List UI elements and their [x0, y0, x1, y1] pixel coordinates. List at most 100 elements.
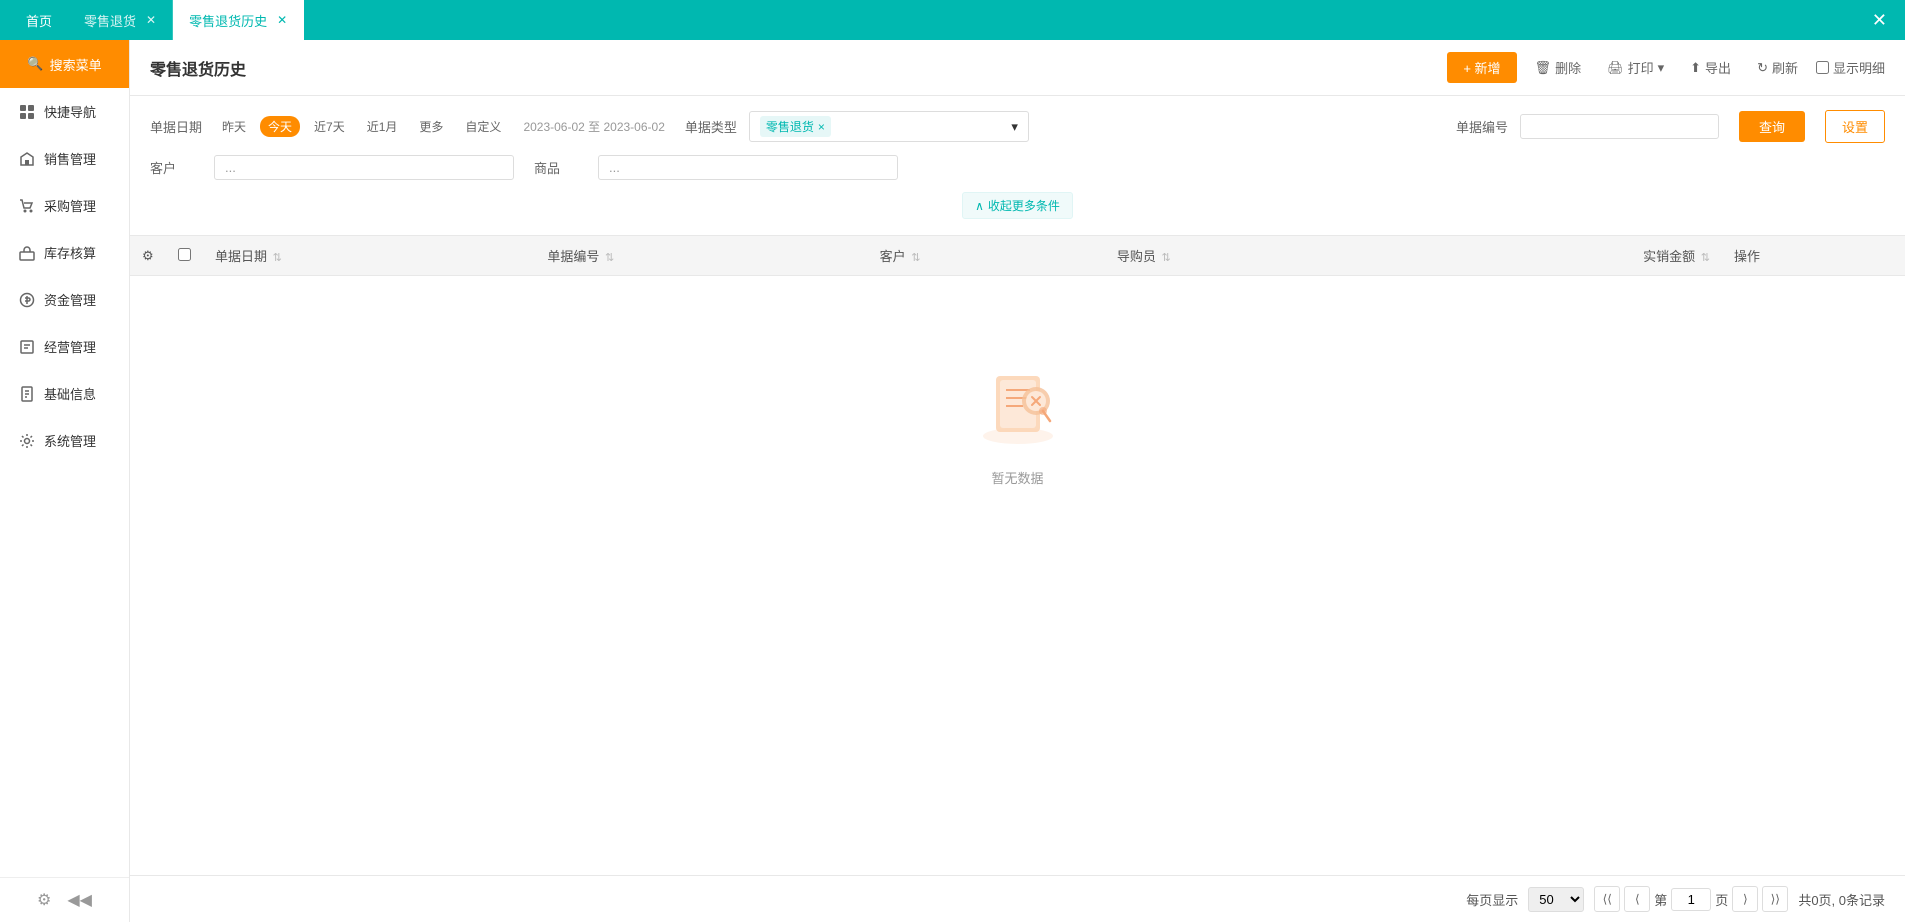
sidebar-item-finance-label: 资金管理	[44, 290, 96, 309]
date-range-display: 2023-06-02 至 2023-06-02	[523, 118, 664, 135]
refresh-label: 刷新	[1772, 58, 1798, 77]
sidebar-item-inventory[interactable]: 库存核算	[0, 229, 129, 276]
finance-icon	[18, 291, 36, 309]
window-close-button[interactable]: ✕	[1864, 6, 1895, 35]
volume-button[interactable]: ◀◀	[67, 890, 92, 910]
col-number-label: 单据编号	[547, 249, 599, 264]
filter-row-2: 客户 ... 商品 ...	[150, 155, 1885, 180]
page-actions: + 新增 🗑 删除 🖨 打印 ▾ ⬆ 导出 ↻ 刷新	[1447, 52, 1885, 83]
add-button[interactable]: + 新增	[1447, 52, 1516, 83]
sidebar-item-operation-label: 经营管理	[44, 337, 96, 356]
goods-input[interactable]: ...	[598, 155, 898, 180]
col-number: 单据编号 ⇅	[535, 236, 867, 276]
collapse-button[interactable]: ∧ 收起更多条件	[962, 192, 1073, 219]
page-size-label: 每页显示	[1466, 890, 1518, 909]
delete-icon: 🗑	[1535, 60, 1552, 76]
collapse-row: ∧ 收起更多条件	[150, 192, 1885, 219]
doc-number-input[interactable]	[1520, 114, 1719, 139]
type-filter-tag-text: 零售退货	[766, 118, 814, 135]
system-icon	[18, 432, 36, 450]
type-filter-select[interactable]: 零售退货 × ▾	[749, 111, 1029, 142]
page-title: 零售退货历史	[150, 56, 246, 80]
col-guide-label: 导购员	[1117, 249, 1156, 264]
sidebar-item-purchase-label: 采购管理	[44, 196, 96, 215]
tab-retail-return[interactable]: 零售退货 ✕	[68, 0, 173, 40]
col-guide-sort[interactable]: ⇅	[1162, 252, 1171, 264]
search-menu-button[interactable]: 🔍 搜索菜单	[0, 40, 129, 88]
sales-icon	[18, 150, 36, 168]
page-unit: 页	[1715, 890, 1728, 909]
page-prev-button[interactable]: ⟨	[1624, 886, 1650, 912]
tab-retail-return-history[interactable]: 零售退货历史 ✕	[173, 0, 304, 40]
col-checkbox	[166, 236, 203, 276]
empty-text: 暂无数据	[991, 468, 1043, 487]
date-btn-7days[interactable]: 近7天	[306, 116, 353, 137]
retail-return-history-close[interactable]: ✕	[277, 13, 287, 27]
setting-button[interactable]: 设置	[1825, 110, 1885, 143]
type-filter-tag-close[interactable]: ×	[818, 120, 825, 134]
customer-input[interactable]: ...	[214, 155, 514, 180]
collapse-icon: ∧	[975, 199, 984, 213]
col-date: 单据日期 ⇅	[203, 236, 535, 276]
sidebar-item-sales[interactable]: 销售管理	[0, 135, 129, 182]
retail-return-label: 零售退货	[84, 11, 136, 30]
delete-label: 删除	[1555, 58, 1581, 77]
query-button[interactable]: 查询	[1739, 111, 1805, 142]
col-action-label: 操作	[1734, 249, 1760, 264]
content-area: 零售退货历史 + 新增 🗑 删除 🖨 打印 ▾ ⬆ 导出 ↻	[130, 40, 1905, 922]
date-btn-today[interactable]: 今天	[260, 116, 300, 137]
inventory-icon	[18, 244, 36, 262]
col-number-sort[interactable]: ⇅	[605, 252, 614, 264]
home-tab-label: 首页	[26, 11, 52, 30]
page-next-button[interactable]: ⟩	[1732, 886, 1758, 912]
show-detail-checkbox[interactable]	[1816, 61, 1829, 74]
col-date-sort[interactable]: ⇅	[273, 252, 282, 264]
type-filter-tag: 零售退货 ×	[760, 116, 831, 137]
col-customer-sort[interactable]: ⇅	[911, 252, 920, 264]
goods-filter-group: 商品 ...	[534, 155, 898, 180]
col-guide: 导购员 ⇅	[1105, 236, 1390, 276]
tab-home[interactable]: 首页	[10, 0, 68, 40]
export-button[interactable]: ⬆ 导出	[1682, 54, 1739, 81]
type-filter-content: 零售退货 ×	[760, 116, 1011, 137]
customer-label: 客户	[150, 158, 206, 177]
date-filter-buttons: 昨天 今天 近7天 近1月 更多 自定义	[214, 116, 509, 137]
type-filter-label: 单据类型	[685, 117, 741, 136]
col-amount-sort[interactable]: ⇅	[1701, 252, 1710, 264]
date-btn-custom[interactable]: 自定义	[457, 116, 509, 137]
sidebar-item-purchase[interactable]: 采购管理	[0, 182, 129, 229]
sidebar-item-operation[interactable]: 经营管理	[0, 323, 129, 370]
sidebar-item-quick-nav[interactable]: 快捷导航	[0, 88, 129, 135]
print-dropdown-icon: ▾	[1658, 60, 1665, 76]
page-size-select[interactable]: 10 20 50 100	[1528, 887, 1584, 912]
date-btn-1month[interactable]: 近1月	[359, 116, 406, 137]
select-all-checkbox[interactable]	[178, 248, 191, 261]
tab-bar: 首页 零售退货 ✕ 零售退货历史 ✕	[10, 0, 1864, 40]
sidebar-item-finance[interactable]: 资金管理	[0, 276, 129, 323]
main-layout: 🔍 搜索菜单 快捷导航 销售管理 采购管理 库存核算	[0, 40, 1905, 922]
gear-button[interactable]: ⚙	[37, 890, 51, 910]
sidebar-item-basic-info[interactable]: 基础信息	[0, 370, 129, 417]
page-last-button[interactable]: ⟩⟩	[1762, 886, 1788, 912]
sidebar-item-system[interactable]: 系统管理	[0, 417, 129, 464]
print-button[interactable]: 🖨 打印 ▾	[1599, 54, 1672, 81]
page-label: 第	[1654, 890, 1667, 909]
col-amount: 实销金额 ⇅	[1390, 236, 1722, 276]
settings-icon[interactable]: ⚙	[142, 248, 154, 263]
print-icon: 🖨	[1607, 60, 1624, 76]
page-number-input[interactable]	[1671, 888, 1711, 911]
retail-return-close[interactable]: ✕	[146, 13, 156, 27]
refresh-button[interactable]: ↻ 刷新	[1749, 54, 1806, 81]
date-btn-yesterday[interactable]: 昨天	[214, 116, 254, 137]
page-first-button[interactable]: ⟨⟨	[1594, 886, 1620, 912]
sidebar-item-sales-label: 销售管理	[44, 149, 96, 168]
col-customer-label: 客户	[880, 249, 906, 264]
type-filter-group: 单据类型 零售退货 × ▾	[685, 111, 1436, 142]
goods-placeholder: ...	[609, 160, 620, 175]
delete-button[interactable]: 🗑 删除	[1527, 54, 1590, 81]
basic-info-icon	[18, 385, 36, 403]
date-btn-more[interactable]: 更多	[411, 116, 451, 137]
purchase-icon	[18, 197, 36, 215]
date-filter-group: 单据日期 昨天 今天 近7天 近1月 更多 自定义 2023-06-02 至 2…	[150, 116, 665, 137]
type-filter-dropdown-icon: ▾	[1011, 119, 1018, 135]
